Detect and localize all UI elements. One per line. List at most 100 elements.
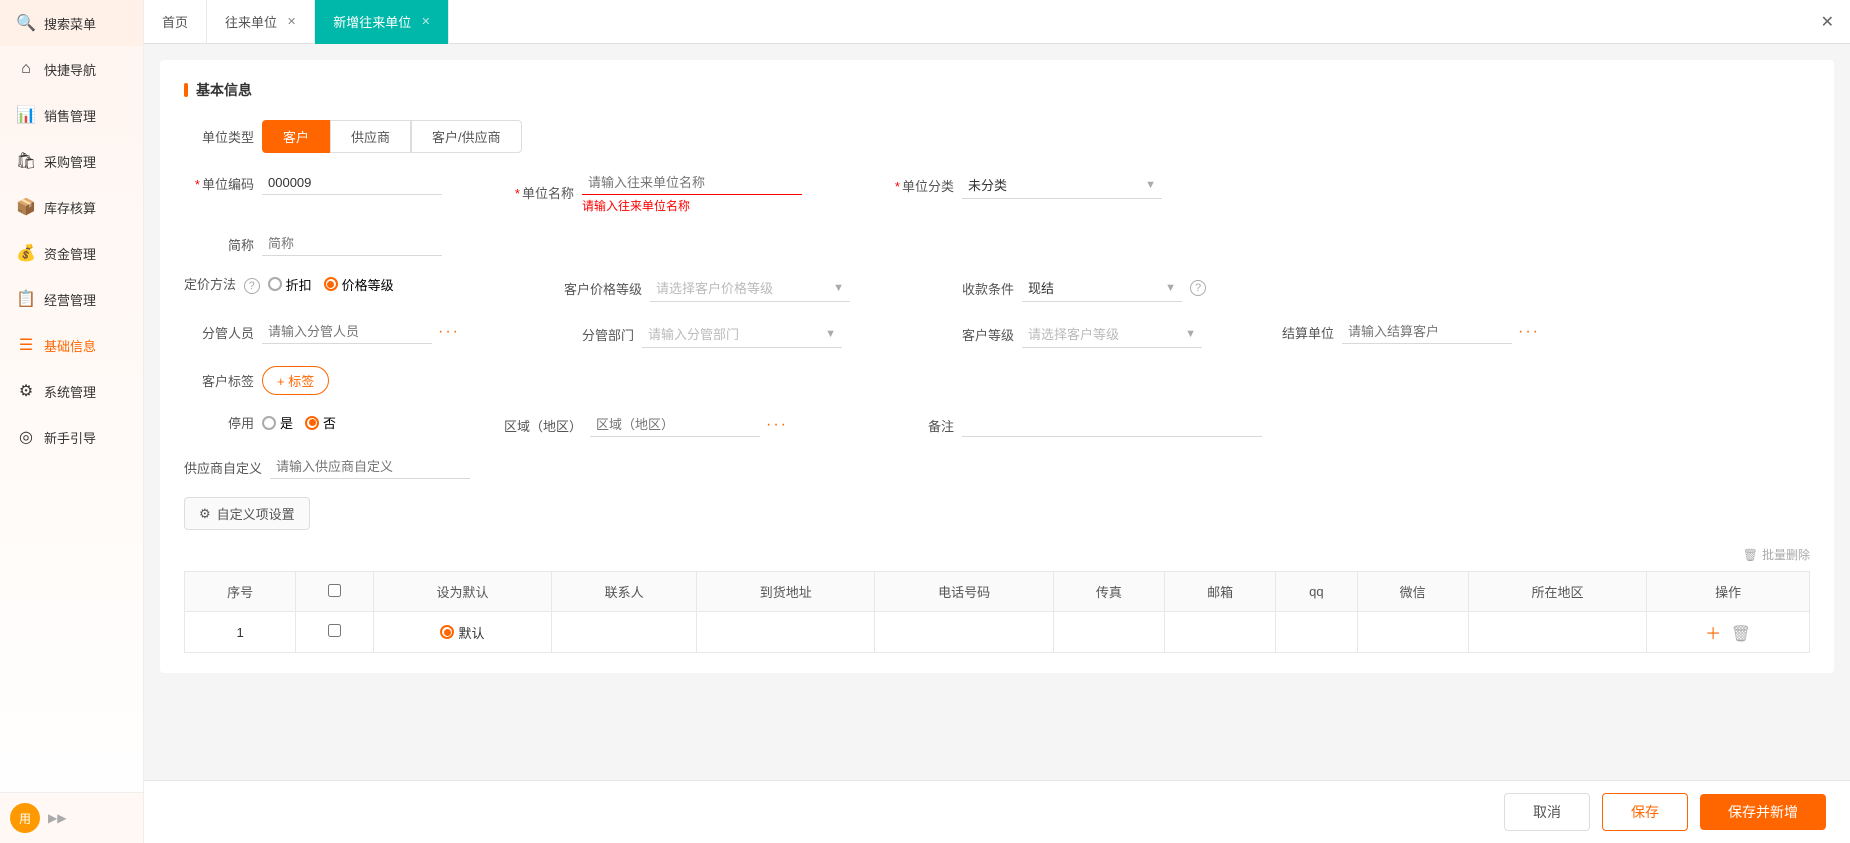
region-label: 区域（地区） <box>504 416 582 435</box>
type-btn-both[interactable]: 客户/供应商 <box>411 120 522 153</box>
payment-chevron-icon: ▼ <box>1165 282 1176 294</box>
sidebar-item-search[interactable]: 🔍 搜索菜单 <box>0 0 143 46</box>
type-btn-customer[interactable]: 客户 <box>262 120 330 153</box>
system-icon: ⚙ <box>16 381 36 401</box>
level-radio-dot <box>327 281 334 288</box>
sidebar-item-purchase[interactable]: 🛍 采购管理 <box>0 138 143 184</box>
settlement-input[interactable] <box>1342 320 1512 344</box>
required-star2: * <box>515 186 520 201</box>
tab-new-partner[interactable]: 新增往来单位 ✕ <box>315 0 449 44</box>
abbreviation-group: 简称 <box>184 232 504 256</box>
th-address: 到货地址 <box>696 572 874 612</box>
th-region: 所在地区 <box>1468 572 1646 612</box>
region-input-group: ··· <box>590 413 788 437</box>
customer-price-label: 客户价格等级 <box>564 279 642 298</box>
custom-settings-button[interactable]: ⚙ 自定义项设置 <box>184 497 310 530</box>
customer-price-select[interactable]: 请选择客户价格等级 ▼ <box>650 274 850 302</box>
th-fax: 传真 <box>1053 572 1164 612</box>
batch-delete-button[interactable]: 🗑 批量删除 <box>1743 546 1810 563</box>
customer-price-placeholder: 请选择客户价格等级 <box>656 278 773 297</box>
manager-input[interactable] <box>262 320 432 344</box>
th-action: 操作 <box>1647 572 1810 612</box>
sidebar-item-finance[interactable]: 💰 资金管理 <box>0 230 143 276</box>
unit-code-group: *单位编码 <box>184 171 504 195</box>
add-tag-button[interactable]: + 标签 <box>262 366 329 395</box>
section-title-icon <box>184 83 188 97</box>
default-dot <box>444 629 451 636</box>
disabled-group: 停用 是 否 <box>184 413 504 432</box>
search-icon: 🔍 <box>16 13 36 33</box>
sidebar-label-search: 搜索菜单 <box>44 14 96 33</box>
unit-type-row: 单位类型 客户 供应商 客户/供应商 <box>184 120 1810 153</box>
customer-level-placeholder: 请选择客户等级 <box>1028 324 1119 343</box>
operation-icon: 📋 <box>16 289 36 309</box>
save-button[interactable]: 保存 <box>1602 793 1688 831</box>
td-area <box>1468 612 1646 653</box>
customer-tag-group: 客户标签 + 标签 <box>184 366 1810 395</box>
save-new-button[interactable]: 保存并新增 <box>1700 794 1826 830</box>
payment-help-icon[interactable]: ? <box>1190 280 1206 296</box>
form-card: 基本信息 单位类型 客户 供应商 客户/供应商 *单位编码 <box>160 60 1834 673</box>
sidebar-item-operation[interactable]: 📋 经营管理 <box>0 276 143 322</box>
default-radio[interactable]: 默认 <box>382 623 543 642</box>
sidebar-item-system[interactable]: ⚙ 系统管理 <box>0 368 143 414</box>
th-email: 邮箱 <box>1165 572 1276 612</box>
window-close-button[interactable]: ✕ <box>1805 12 1850 32</box>
section-title: 基本信息 <box>184 80 1810 100</box>
section-title-text: 基本信息 <box>196 80 252 100</box>
row-checkbox[interactable] <box>328 624 341 637</box>
finance-icon: 💰 <box>16 243 36 263</box>
sidebar-item-basic[interactable]: ☰ 基础信息 <box>0 322 143 368</box>
unit-code-input[interactable] <box>262 171 442 195</box>
unit-category-select[interactable]: 未分类 ▼ <box>962 171 1162 199</box>
sidebar-item-quick-nav[interactable]: ⌂ 快捷导航 <box>0 46 143 92</box>
payment-terms-select[interactable]: 现结 ▼ <box>1022 274 1182 302</box>
unit-name-label: *单位名称 <box>504 183 574 202</box>
unit-type-group: 单位类型 客户 供应商 客户/供应商 <box>184 120 1810 153</box>
region-dots-button[interactable]: ··· <box>766 416 788 434</box>
tab-home[interactable]: 首页 <box>144 0 207 44</box>
type-btn-supplier[interactable]: 供应商 <box>330 120 411 153</box>
payment-terms-group: 收款条件 现结 ▼ ? <box>944 274 1810 302</box>
tab-partners-close[interactable]: ✕ <box>287 15 296 28</box>
disabled-yes-radio[interactable]: 是 <box>262 413 293 432</box>
region-input[interactable] <box>590 413 760 437</box>
tab-new-partner-close[interactable]: ✕ <box>421 15 430 28</box>
table-row: 1 默认 <box>185 612 1810 653</box>
select-all-checkbox[interactable] <box>328 584 341 597</box>
payment-terms-value: 现结 <box>1028 278 1054 297</box>
default-circle <box>440 625 454 639</box>
price-level-chevron-icon: ▼ <box>833 282 844 294</box>
sidebar-item-sales[interactable]: 📊 销售管理 <box>0 92 143 138</box>
settlement-label: 结算单位 <box>1264 323 1334 342</box>
required-star: * <box>195 177 200 192</box>
pricing-discount-radio[interactable]: 折扣 <box>268 275 312 294</box>
pricing-radio-group: 折扣 价格等级 <box>268 275 394 294</box>
unit-name-input[interactable] <box>582 171 802 195</box>
th-contact: 联系人 <box>552 572 697 612</box>
supplier-custom-group: 供应商自定义 <box>184 455 584 479</box>
manager-dots-button[interactable]: ··· <box>438 323 460 341</box>
disabled-no-radio[interactable]: 否 <box>305 413 336 432</box>
pricing-help-icon[interactable]: ? <box>244 278 260 294</box>
customer-tag-label: 客户标签 <box>184 371 254 390</box>
remark-input[interactable] <box>962 413 1262 437</box>
abbreviation-row: 简称 <box>184 232 1810 256</box>
sidebar-item-guide[interactable]: ◎ 新手引导 <box>0 414 143 460</box>
sidebar-item-inventory[interactable]: 📦 库存核算 <box>0 184 143 230</box>
customer-tag-row: 客户标签 + 标签 <box>184 366 1810 395</box>
settlement-dots-button[interactable]: ··· <box>1518 323 1540 341</box>
discount-label: 折扣 <box>286 275 312 294</box>
customer-level-chevron-icon: ▼ <box>1185 328 1196 340</box>
pricing-level-radio[interactable]: 价格等级 <box>324 275 394 294</box>
sidebar-label-purchase: 采购管理 <box>44 152 96 171</box>
supplier-custom-input[interactable] <box>270 455 470 479</box>
tab-partners[interactable]: 往来单位 ✕ <box>207 0 315 44</box>
delete-icon: 🗑 <box>1743 548 1758 562</box>
add-row-button[interactable]: ＋ <box>1705 626 1721 643</box>
cancel-button[interactable]: 取消 <box>1504 793 1590 831</box>
delete-row-button[interactable]: 🗑 <box>1731 626 1751 643</box>
abbreviation-input[interactable] <box>262 232 442 256</box>
customer-level-select[interactable]: 请选择客户等级 ▼ <box>1022 320 1202 348</box>
department-select[interactable]: 请输入分管部门 ▼ <box>642 320 842 348</box>
